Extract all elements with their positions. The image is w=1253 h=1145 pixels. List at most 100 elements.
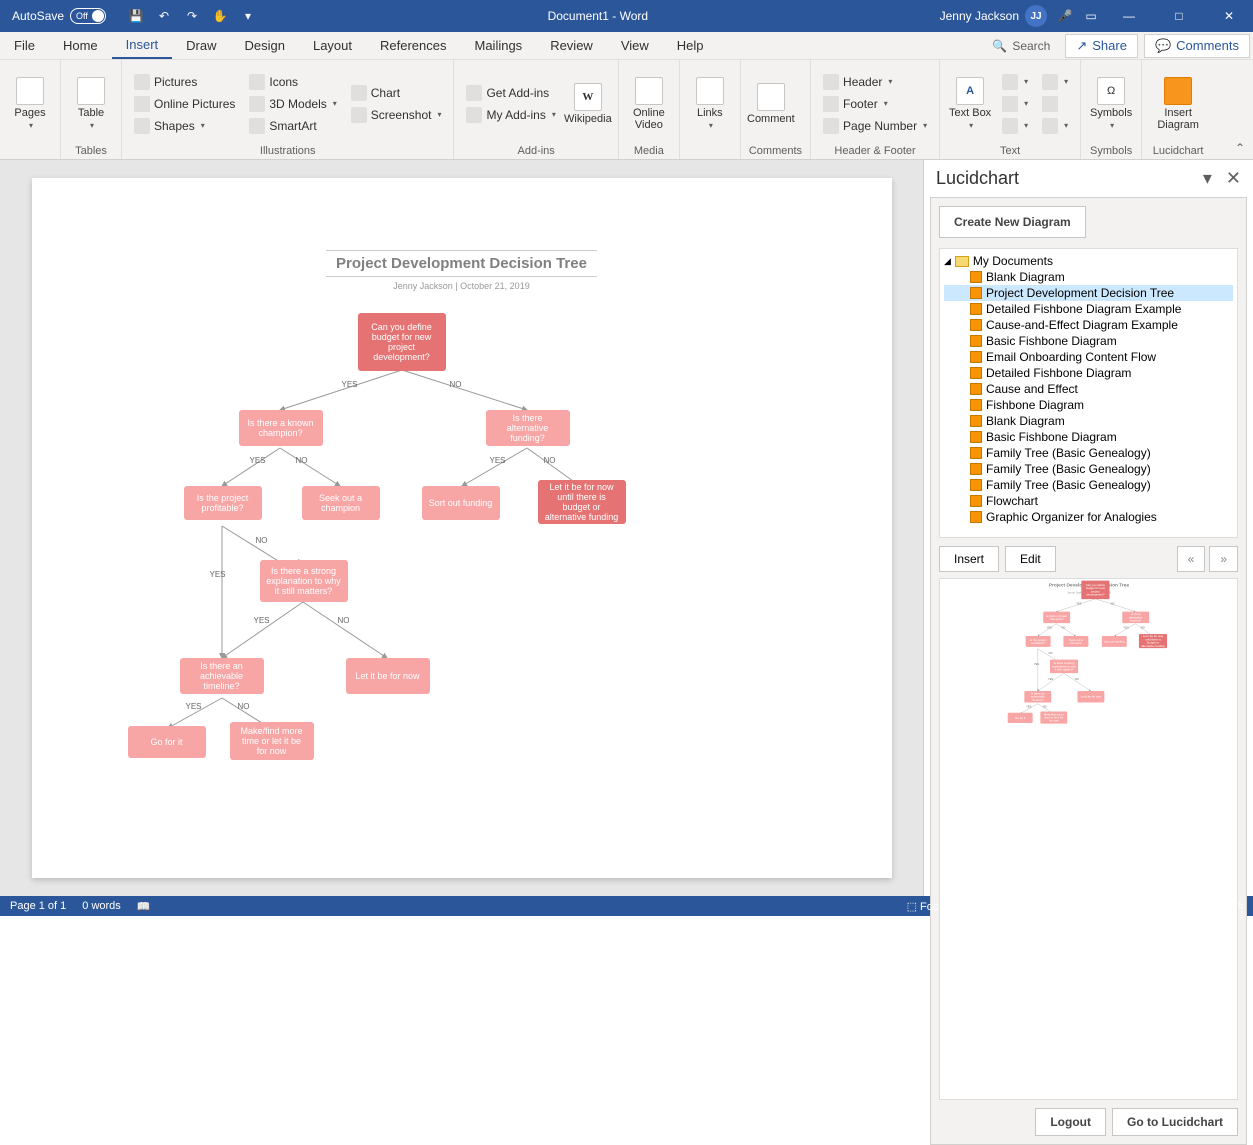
tree-item[interactable]: Basic Fishbone Diagram — [944, 333, 1233, 349]
smartart-button[interactable]: SmartArt — [245, 116, 340, 136]
tree-item[interactable]: Basic Fishbone Diagram — [944, 429, 1233, 445]
links-button[interactable]: Links▾ — [688, 64, 732, 143]
header-button[interactable]: Header▾ — [819, 72, 931, 92]
footer-icon — [823, 96, 839, 112]
comment-button[interactable]: Comment — [749, 64, 793, 143]
document-area[interactable]: Project Development Decision Tree Jenny … — [0, 160, 923, 896]
logout-button[interactable]: Logout — [1035, 1108, 1106, 1136]
prev-page-button[interactable]: « — [1177, 546, 1206, 572]
page-indicator[interactable]: Page 1 of 1 — [10, 900, 66, 912]
pages-button[interactable]: Pages▾ — [8, 64, 52, 143]
footer-button[interactable]: Footer▾ — [819, 94, 931, 114]
tree-item[interactable]: Family Tree (Basic Genealogy) — [944, 477, 1233, 493]
undo-icon[interactable]: ↶ — [156, 8, 172, 24]
touch-mode-icon[interactable]: ✋ — [212, 8, 228, 24]
pictures-button[interactable]: Pictures — [130, 72, 239, 92]
node-moretime: Make/find more time or let it be for now — [230, 722, 314, 760]
tree-folder[interactable]: ◢ My Documents — [944, 253, 1233, 269]
ribbon-display-icon[interactable]: ▭ — [1083, 8, 1099, 24]
close-button[interactable]: ✕ — [1209, 0, 1249, 32]
diagram-icon — [970, 367, 982, 379]
collapse-ribbon-icon[interactable]: ⌃ — [1235, 141, 1245, 155]
textbox-button[interactable]: A Text Box▾ — [948, 64, 992, 143]
user-account[interactable]: Jenny Jackson JJ — [940, 5, 1047, 27]
insert-diagram-button[interactable]: Insert Diagram — [1150, 64, 1206, 143]
screenshot-button[interactable]: Screenshot▾ — [347, 105, 446, 125]
tab-help[interactable]: Help — [663, 32, 718, 59]
wikipedia-button[interactable]: W Wikipedia — [566, 64, 610, 143]
tree-item[interactable]: Family Tree (Basic Genealogy) — [944, 461, 1233, 477]
qat-more-icon[interactable]: ▾ — [240, 8, 256, 24]
tree-item[interactable]: Fishbone Diagram — [944, 397, 1233, 413]
chart-button[interactable]: Chart — [347, 83, 446, 103]
tab-insert[interactable]: Insert — [112, 32, 173, 59]
tree-item[interactable]: Email Onboarding Content Flow — [944, 349, 1233, 365]
create-diagram-button[interactable]: Create New Diagram — [939, 206, 1086, 238]
wordart-button[interactable]: ▾ — [998, 94, 1032, 114]
page-number-icon — [823, 118, 839, 134]
tree-expand-icon[interactable]: ◢ — [944, 256, 951, 267]
icons-button[interactable]: Icons — [245, 72, 340, 92]
comments-button[interactable]: 💬 Comments — [1144, 34, 1250, 58]
tab-home[interactable]: Home — [49, 32, 112, 59]
dropcap-button[interactable]: ▾ — [998, 116, 1032, 136]
object-button[interactable]: ▾ — [1038, 116, 1072, 136]
save-icon[interactable]: 💾 — [128, 8, 144, 24]
tab-draw[interactable]: Draw — [172, 32, 230, 59]
tab-references[interactable]: References — [366, 32, 460, 59]
tree-item[interactable]: Cause-and-Effect Diagram Example — [944, 317, 1233, 333]
panel-menu-icon[interactable]: ▾ — [1203, 168, 1212, 189]
datetime-button[interactable] — [1038, 94, 1072, 114]
ribbon-tabs: File Home Insert Draw Design Layout Refe… — [0, 32, 1253, 60]
links-icon — [696, 77, 724, 105]
quick-parts-button[interactable]: ▾ — [998, 72, 1032, 92]
online-video-button[interactable]: Online Video — [627, 64, 671, 143]
table-button[interactable]: Table▾ — [69, 64, 113, 143]
online-pictures-button[interactable]: Online Pictures — [130, 94, 239, 114]
tab-review[interactable]: Review — [536, 32, 607, 59]
dropcap-icon — [1002, 118, 1018, 134]
object-icon — [1042, 118, 1058, 134]
tree-item[interactable]: Blank Diagram — [944, 413, 1233, 429]
word-count[interactable]: 0 words — [82, 900, 121, 912]
edit-button[interactable]: Edit — [1005, 546, 1056, 572]
signature-button[interactable]: ▾ — [1038, 72, 1072, 92]
page-number-button[interactable]: Page Number▾ — [819, 116, 931, 136]
tree-item[interactable]: Flowchart — [944, 493, 1233, 509]
my-addins-button[interactable]: My Add-ins▾ — [462, 105, 559, 125]
tree-item[interactable]: Graphic Organizer for Analogies — [944, 509, 1233, 525]
tree-item[interactable]: Cause and Effect — [944, 381, 1233, 397]
minimize-button[interactable]: — — [1109, 0, 1149, 32]
tree-item[interactable]: Family Tree (Basic Genealogy) — [944, 445, 1233, 461]
node-seek-champion: Seek out a champion — [302, 486, 380, 520]
user-avatar: JJ — [1025, 5, 1047, 27]
symbols-button[interactable]: Ω Symbols▾ — [1089, 64, 1133, 143]
tab-view[interactable]: View — [607, 32, 663, 59]
diagram-tree[interactable]: ◢ My Documents Blank DiagramProject Deve… — [939, 248, 1238, 538]
zoom-slider[interactable] — [1088, 905, 1188, 907]
tab-layout[interactable]: Layout — [299, 32, 366, 59]
goto-lucidchart-button[interactable]: Go to Lucidchart — [1112, 1108, 1238, 1136]
tab-design[interactable]: Design — [231, 32, 299, 59]
diagram-icon — [970, 303, 982, 315]
mic-icon[interactable]: 🎤 — [1057, 8, 1073, 24]
get-addins-button[interactable]: Get Add-ins — [462, 83, 559, 103]
autosave-toggle[interactable]: AutoSave Off — [12, 8, 106, 24]
tab-mailings[interactable]: Mailings — [461, 32, 537, 59]
redo-icon[interactable]: ↷ — [184, 8, 200, 24]
search-box[interactable]: 🔍 Search — [980, 39, 1062, 53]
panel-close-icon[interactable]: ✕ — [1226, 168, 1241, 189]
tree-item[interactable]: Project Development Decision Tree — [944, 285, 1233, 301]
insert-button[interactable]: Insert — [939, 546, 999, 572]
3d-models-button[interactable]: 3D Models▾ — [245, 94, 340, 114]
tree-item[interactable]: Detailed Fishbone Diagram — [944, 365, 1233, 381]
share-button[interactable]: ↗ Share — [1065, 34, 1138, 58]
shapes-button[interactable]: Shapes▾ — [130, 116, 239, 136]
maximize-button[interactable]: □ — [1159, 0, 1199, 32]
next-page-button[interactable]: » — [1209, 546, 1238, 572]
my-addins-icon — [466, 107, 482, 123]
tree-item[interactable]: Blank Diagram — [944, 269, 1233, 285]
spellcheck-icon[interactable]: 📖 — [137, 900, 151, 913]
tab-file[interactable]: File — [0, 32, 49, 59]
tree-item[interactable]: Detailed Fishbone Diagram Example — [944, 301, 1233, 317]
